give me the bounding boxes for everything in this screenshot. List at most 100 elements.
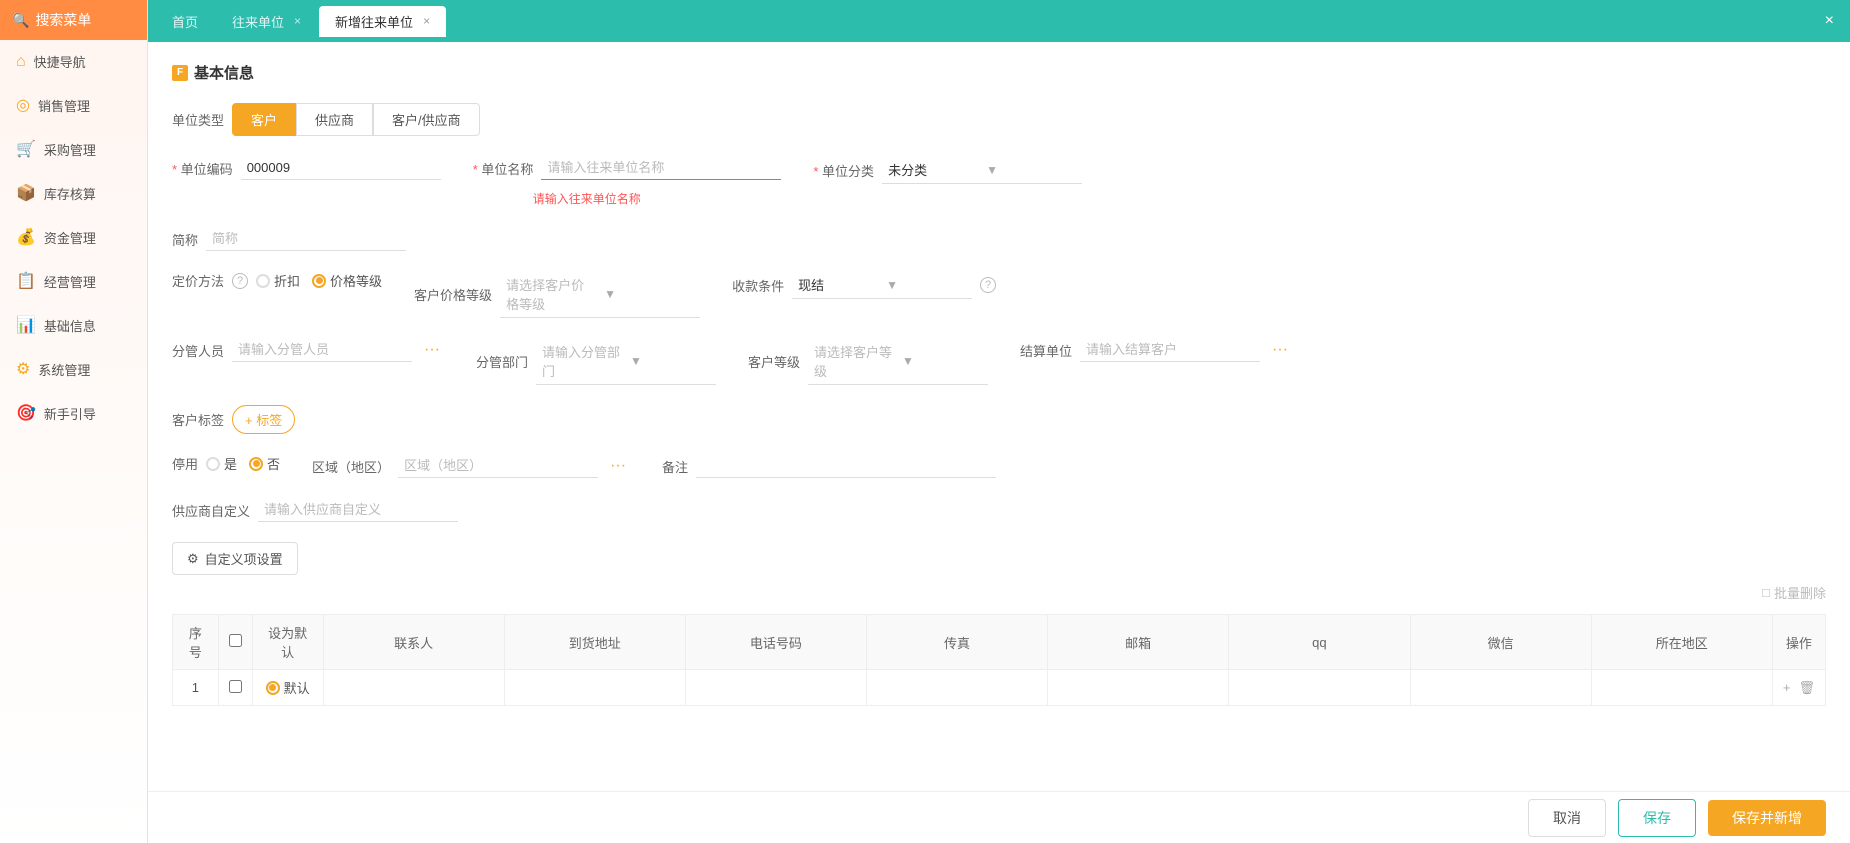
- sidebar-item-label: 销售管理: [38, 96, 90, 115]
- type-btn-both[interactable]: 客户/供应商: [373, 103, 480, 136]
- fax-input[interactable]: [877, 680, 1037, 695]
- sidebar-item-label: 快捷导航: [34, 52, 86, 71]
- region-row-input[interactable]: [1602, 680, 1762, 695]
- row-fax[interactable]: [866, 670, 1047, 706]
- customer-price-field: 客户价格等级 请选择客户价格等级 ▼: [414, 271, 700, 318]
- batch-delete-label[interactable]: 批量删除: [1774, 583, 1826, 602]
- wechat-input[interactable]: [1421, 680, 1581, 695]
- th-action: 操作: [1772, 615, 1825, 670]
- disabled-no-circle: [249, 457, 263, 471]
- tab-partner-close[interactable]: ×: [294, 14, 301, 28]
- row-default-radio[interactable]: 默认: [263, 678, 313, 697]
- remark-field: 备注: [662, 454, 996, 478]
- pricing-label: 定价方法: [172, 271, 224, 290]
- sidebar-item-guide[interactable]: 🎯 新手引导: [0, 391, 147, 435]
- row-qq[interactable]: [1229, 670, 1410, 706]
- sidebar-item-finance[interactable]: 💰 资金管理: [0, 215, 147, 259]
- row-phone[interactable]: [685, 670, 866, 706]
- sidebar-item-operation[interactable]: 📋 经营管理: [0, 259, 147, 303]
- payment-help-icon[interactable]: ?: [980, 277, 996, 293]
- email-input[interactable]: [1058, 680, 1218, 695]
- customer-level-arrow-icon: ▼: [902, 354, 982, 368]
- code-input[interactable]: [241, 156, 441, 180]
- type-btn-customer[interactable]: 客户: [232, 103, 296, 136]
- select-all-checkbox[interactable]: [229, 634, 242, 647]
- pricing-help-icon[interactable]: ?: [232, 273, 248, 289]
- th-address: 到货地址: [504, 615, 685, 670]
- tab-partner[interactable]: 往来单位 ×: [216, 6, 317, 37]
- save-button[interactable]: 保存: [1618, 799, 1696, 837]
- sidebar-item-inventory[interactable]: 📦 库存核算: [0, 171, 147, 215]
- row-region[interactable]: [1591, 670, 1772, 706]
- section-header: F 基本信息: [172, 62, 1826, 83]
- region-input[interactable]: [398, 454, 598, 478]
- abbr-label: 简称: [172, 230, 198, 249]
- phone-input[interactable]: [696, 680, 856, 695]
- tab-home[interactable]: 首页: [156, 6, 214, 37]
- delete-row-icon[interactable]: 🗑: [1798, 680, 1815, 696]
- abbr-input[interactable]: [206, 227, 406, 251]
- remark-input[interactable]: [696, 454, 996, 478]
- close-all-tabs[interactable]: ×: [1817, 8, 1842, 34]
- dept-select[interactable]: 请输入分管部门 ▼: [536, 338, 716, 385]
- th-wechat: 微信: [1410, 615, 1591, 670]
- tab-bar: 首页 往来单位 × 新增往来单位 × ×: [148, 0, 1850, 42]
- manager-more-icon[interactable]: ···: [420, 341, 444, 359]
- sidebar-item-label: 系统管理: [38, 360, 90, 379]
- add-row-icon[interactable]: +: [1783, 680, 1791, 696]
- save-new-button[interactable]: 保存并新增: [1708, 800, 1826, 836]
- pricing-level-radio[interactable]: 价格等级: [312, 271, 382, 290]
- disabled-radio-group: 是 否: [206, 454, 280, 473]
- add-tag-button[interactable]: + 标签: [232, 405, 295, 434]
- pricing-discount-radio[interactable]: 折扣: [256, 271, 300, 290]
- tab-new-partner-close[interactable]: ×: [423, 14, 430, 28]
- custom-settings-label: 自定义项设置: [205, 549, 283, 568]
- pricing-row: 定价方法 ? 折扣 价格等级 客户价格等级 请选择客户价格等级: [172, 271, 1826, 318]
- sidebar-item-purchase[interactable]: 🛒 采购管理: [0, 127, 147, 171]
- tag-row: 客户标签 + 标签: [172, 405, 1826, 434]
- pricing-discount-circle: [256, 274, 270, 288]
- row-email[interactable]: [1048, 670, 1229, 706]
- customer-price-arrow-icon: ▼: [604, 287, 694, 301]
- default-label: 默认: [284, 678, 310, 697]
- search-menu-btn[interactable]: 🔍 搜索菜单: [0, 0, 147, 40]
- th-contact: 联系人: [323, 615, 504, 670]
- qq-input[interactable]: [1239, 680, 1399, 695]
- contact-input[interactable]: [334, 680, 494, 695]
- row-wechat[interactable]: [1410, 670, 1591, 706]
- th-region: 所在地区: [1591, 615, 1772, 670]
- row-select-checkbox[interactable]: [229, 680, 242, 693]
- settlement-more-icon[interactable]: ···: [1268, 341, 1292, 359]
- row-address[interactable]: [504, 670, 685, 706]
- tab-new-partner[interactable]: 新增往来单位 ×: [319, 6, 446, 37]
- guide-icon: 🎯: [16, 403, 36, 423]
- manager-field: 分管人员 ···: [172, 338, 444, 362]
- row-checkbox[interactable]: [218, 670, 252, 706]
- pricing-radio-group: 折扣 价格等级: [256, 271, 382, 290]
- supplier-custom-field: 供应商自定义: [172, 498, 458, 522]
- name-input[interactable]: [541, 156, 781, 180]
- type-btn-supplier[interactable]: 供应商: [296, 103, 373, 136]
- payment-select[interactable]: 现结 ▼: [792, 271, 972, 299]
- customer-price-select[interactable]: 请选择客户价格等级 ▼: [500, 271, 700, 318]
- manager-input[interactable]: [232, 338, 412, 362]
- cancel-button[interactable]: 取消: [1528, 799, 1606, 837]
- customer-level-select[interactable]: 请选择客户等级 ▼: [808, 338, 988, 385]
- th-no: 序号: [173, 615, 219, 670]
- disabled-yes-radio[interactable]: 是: [206, 454, 237, 473]
- address-input[interactable]: [515, 680, 675, 695]
- region-label: 区域（地区）: [312, 457, 390, 476]
- disabled-no-radio[interactable]: 否: [249, 454, 280, 473]
- settlement-input[interactable]: [1080, 338, 1260, 362]
- category-field: 单位分类 未分类 ▼: [813, 156, 1082, 184]
- custom-settings-button[interactable]: ⚙ 自定义项设置: [172, 542, 298, 575]
- row-contact[interactable]: [323, 670, 504, 706]
- sidebar-item-basic[interactable]: 📊 基础信息: [0, 303, 147, 347]
- region-more-icon[interactable]: ···: [606, 457, 630, 475]
- sidebar-item-system[interactable]: ⚙ 系统管理: [0, 347, 147, 391]
- sidebar-item-sales[interactable]: ◎ 销售管理: [0, 83, 147, 127]
- category-select[interactable]: 未分类 ▼: [882, 156, 1082, 184]
- sidebar-item-quick-nav[interactable]: ⌂ 快捷导航: [0, 40, 147, 83]
- payment-arrow-icon: ▼: [886, 278, 966, 292]
- supplier-custom-input[interactable]: [258, 498, 458, 522]
